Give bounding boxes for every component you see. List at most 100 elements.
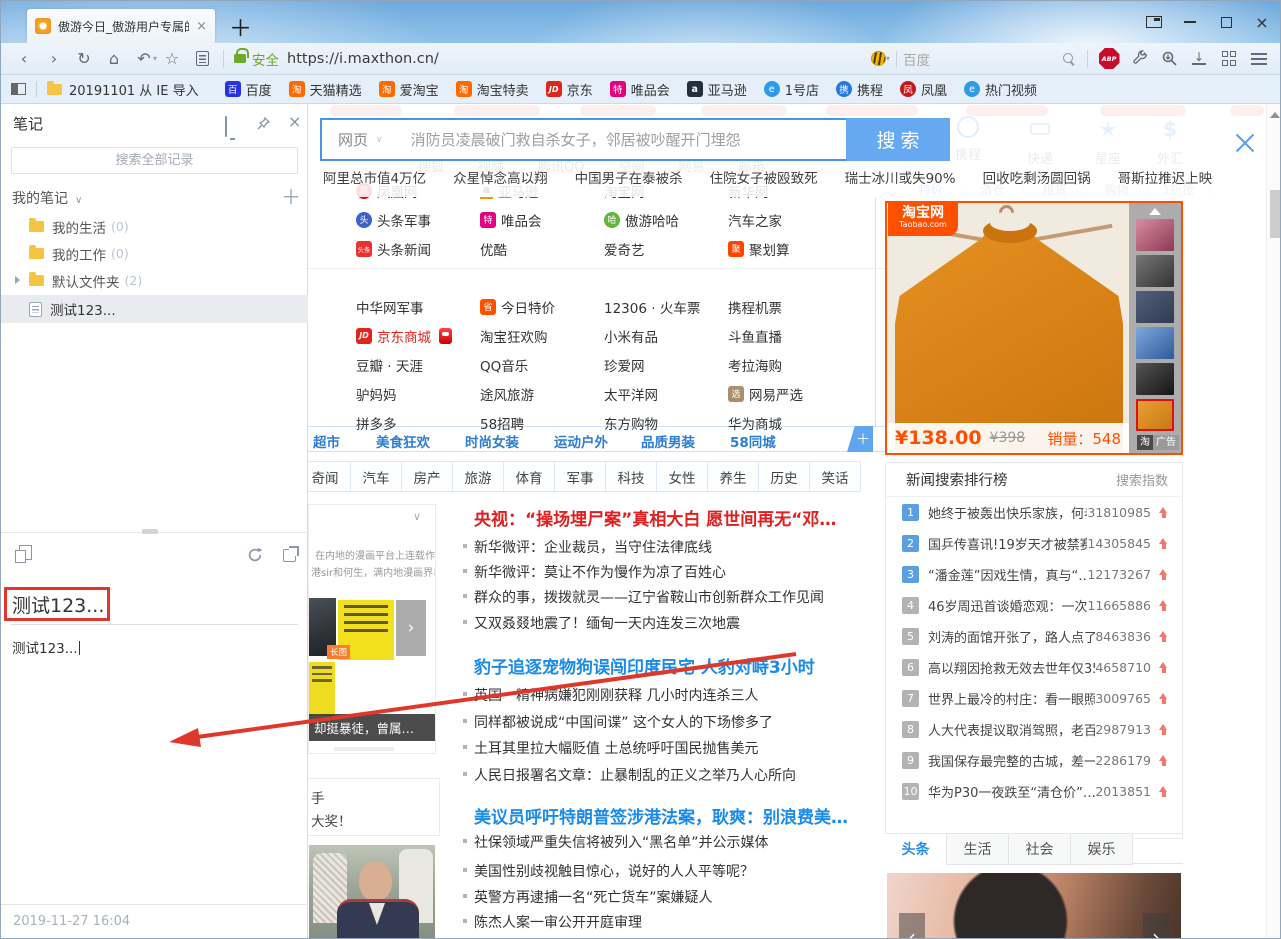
hot-link[interactable]: 阿里总市值4万亿 — [323, 167, 426, 187]
download-icon[interactable]: ↓ — [1184, 46, 1214, 72]
headline-title[interactable]: 央视：“操场埋尸案”真相大白 愿世间再无“邓… — [474, 505, 836, 530]
feed-thumbnail[interactable] — [309, 662, 335, 716]
hot-link[interactable]: 回收吃剩汤圆回锅 — [983, 167, 1091, 187]
feed-caption[interactable]: 却挺暴徒，曾属… — [309, 714, 436, 741]
monitor-icon[interactable] — [225, 117, 227, 136]
headline-item[interactable]: 又双叒叕地震了！缅甸一天内连发三次地震 — [474, 613, 740, 633]
boss-key-icon[interactable] — [1140, 9, 1168, 35]
tab-society[interactable]: 社会 — [1009, 834, 1071, 865]
ranking-item[interactable]: 3“潘金莲”因戏生情，真与“…12173267 — [886, 559, 1182, 590]
bookmark-item[interactable]: 淘天猫精选 — [289, 80, 362, 99]
news-tab[interactable]: 养生 — [708, 461, 759, 492]
ranking-item[interactable]: 10华为P30一夜跌至“清仓价”…2013851 — [886, 776, 1182, 807]
news-tab[interactable]: 旅游 — [453, 461, 504, 492]
news-tab[interactable]: 军事 — [555, 461, 606, 492]
photo-carousel[interactable]: ‹ › — [887, 873, 1181, 939]
site-link[interactable]: 选网易严选 — [728, 379, 852, 408]
reading-list-icon[interactable] — [187, 46, 217, 72]
headline-item[interactable]: 英警方再逮捕一名“死亡货车”案嫌疑人 — [474, 887, 713, 907]
favorite-star-icon[interactable]: ☆ — [157, 46, 187, 72]
headline-item[interactable]: 新华微评：企业裁员，当守住法律底线 — [474, 537, 712, 557]
site-link[interactable]: 58招聘 — [480, 408, 604, 437]
tab-entertainment[interactable]: 娱乐 — [1071, 834, 1133, 865]
news-tab[interactable]: 历史 — [759, 461, 810, 492]
url-text[interactable]: https://i.maxthon.cn/ — [287, 51, 439, 67]
hot-link[interactable]: 住院女子被殴致死 — [710, 167, 818, 187]
page-scrollbar[interactable] — [1266, 104, 1281, 939]
carousel-prev-icon[interactable]: ‹ — [899, 913, 925, 939]
site-link[interactable]: JD京东商城 — [356, 321, 480, 350]
quick-search-box[interactable]: ▾ 百度 — [865, 47, 1081, 71]
bookmark-item[interactable]: 携携程 — [836, 80, 883, 99]
site-link[interactable]: 考拉海购 — [728, 350, 852, 379]
sidebar-toggle-icon[interactable] — [11, 83, 26, 95]
quick-link[interactable]: 超市 — [313, 431, 340, 451]
overlay-close-icon[interactable] — [1233, 131, 1257, 155]
feed-card[interactable]: ∨ 在内地的漫画平台上连载作 港sir和何生，满内地漫画界以后 › 长图 却挺暴… — [308, 504, 436, 754]
site-link[interactable]: 聚聚划算 — [728, 234, 852, 263]
ranking-item[interactable]: 8人大代表提议取消驾照，老百…2987913 — [886, 714, 1182, 745]
carousel-next-icon[interactable]: › — [396, 600, 426, 656]
note-body-field[interactable]: 测试123... — [12, 637, 80, 657]
ranking-item[interactable]: 7世界上最冷的村庄：看一眼照…3009765 — [886, 683, 1182, 714]
bookmark-item[interactable]: 百百度 — [225, 80, 272, 99]
back-icon[interactable]: ‹ — [9, 46, 39, 72]
resource-sniffer-icon[interactable] — [1154, 46, 1184, 72]
ad-thumb[interactable] — [1136, 255, 1174, 287]
site-link[interactable]: 头头条军事 — [356, 205, 480, 234]
headline-item[interactable]: 新华微评：莫让不作为慢作为凉了百姓心 — [474, 562, 726, 582]
search-input-placeholder[interactable]: 消防员凌晨破门救自杀女子，邻居被吵醒开门埋怨 — [411, 129, 741, 150]
folder-item-work[interactable]: 我的工作 (0) — [1, 240, 308, 267]
site-link[interactable]: 中华网军事 — [356, 292, 480, 321]
portal-search-bar[interactable]: 网页 ∨ 消防员凌晨破门救自杀女子，邻居被吵醒开门埋怨 搜索 — [320, 118, 950, 161]
strip-up-icon[interactable] — [1149, 208, 1161, 215]
site-link[interactable]: 哈傲游哈哈 — [604, 205, 728, 234]
splitter-handle[interactable] — [142, 529, 158, 534]
site-link[interactable]: 东方购物 — [604, 408, 728, 437]
bookmark-item[interactable]: e1号店 — [764, 80, 819, 99]
ranking-item[interactable]: 5刘涛的面馆开张了，路人点了…8463836 — [886, 621, 1182, 652]
site-link[interactable]: 珍爱网 — [604, 350, 728, 379]
minimize-button[interactable] — [1176, 9, 1204, 35]
open-external-icon[interactable] — [283, 549, 296, 562]
site-link[interactable]: 优酷 — [480, 234, 604, 263]
carousel-next-icon[interactable]: › — [1143, 913, 1169, 939]
site-link[interactable]: 拼多多 — [356, 408, 480, 437]
site-link[interactable]: 驴妈妈 — [356, 379, 480, 408]
hot-link[interactable]: 哥斯拉推迟上映 — [1118, 167, 1213, 187]
bookmark-item[interactable]: JD京东 — [546, 80, 593, 99]
site-link[interactable]: 途风旅游 — [480, 379, 604, 408]
note-list-item-selected[interactable]: 测试123... — [1, 295, 308, 323]
folder-item-default[interactable]: 默认文件夹 (2) — [1, 267, 308, 294]
tab-toutiao[interactable]: 头条 — [885, 834, 947, 865]
reload-icon[interactable]: ↻ — [69, 46, 99, 72]
site-link[interactable]: 豆瓣 · 天涯 — [356, 350, 480, 379]
apps-grid-icon[interactable] — [1214, 46, 1244, 72]
ad-thumb[interactable] — [1136, 291, 1174, 323]
new-tab-button[interactable]: ＋ — [229, 9, 252, 43]
notes-root-toggle[interactable]: 我的笔记∨ — [12, 188, 82, 208]
folder-item-life[interactable]: 我的生活 (0) — [1, 213, 308, 240]
headline-title[interactable]: 豹子追逐宠物狗误闯印度民宅 人豹对峙3小时 — [474, 653, 815, 678]
site-link[interactable]: 携程机票 — [728, 292, 852, 321]
ad-thumb-selected[interactable] — [1136, 399, 1174, 431]
maximize-button[interactable] — [1212, 9, 1240, 35]
headline-title[interactable]: 美议员呼吁特朗普签涉港法案，耿爽：别浪费美… — [474, 803, 848, 828]
news-tab[interactable]: 笑话 — [810, 461, 861, 492]
promo-box[interactable]: 手 大奖！ — [308, 778, 440, 836]
taobao-ad[interactable]: 淘宝网 Taobao.com ¥138.00 ¥398 销量：548 淘 广告 — [885, 201, 1183, 455]
bookmark-item[interactable]: e热门视频 — [964, 80, 1037, 99]
site-link[interactable]: 省今日特价 — [480, 292, 604, 321]
panel-close-icon[interactable]: × — [288, 112, 301, 131]
news-tab[interactable]: 科技 — [606, 461, 657, 492]
wrench-icon[interactable] — [1124, 46, 1154, 72]
headline-item[interactable]: 同样都被说成“中国间谍” 这个女人的下场惨多了 — [474, 712, 773, 732]
headline-item[interactable]: 陈杰人案一审公开开庭审理 — [474, 912, 642, 932]
ranking-item[interactable]: 9我国保存最完整的古城，差一…2286179 — [886, 745, 1182, 776]
notes-search-input[interactable]: 搜索全部记录 — [11, 147, 298, 174]
home-icon[interactable]: ⌂ — [99, 46, 129, 72]
news-tab[interactable]: 汽车 — [351, 461, 402, 492]
headline-item[interactable]: 社保领域严重失信将被列入“黑名单”并公示媒体 — [474, 832, 769, 852]
site-link[interactable]: 爱奇艺 — [604, 234, 728, 263]
headline-item[interactable]: 美国性别歧视触目惊心，说好的人人平等呢？ — [474, 861, 754, 881]
